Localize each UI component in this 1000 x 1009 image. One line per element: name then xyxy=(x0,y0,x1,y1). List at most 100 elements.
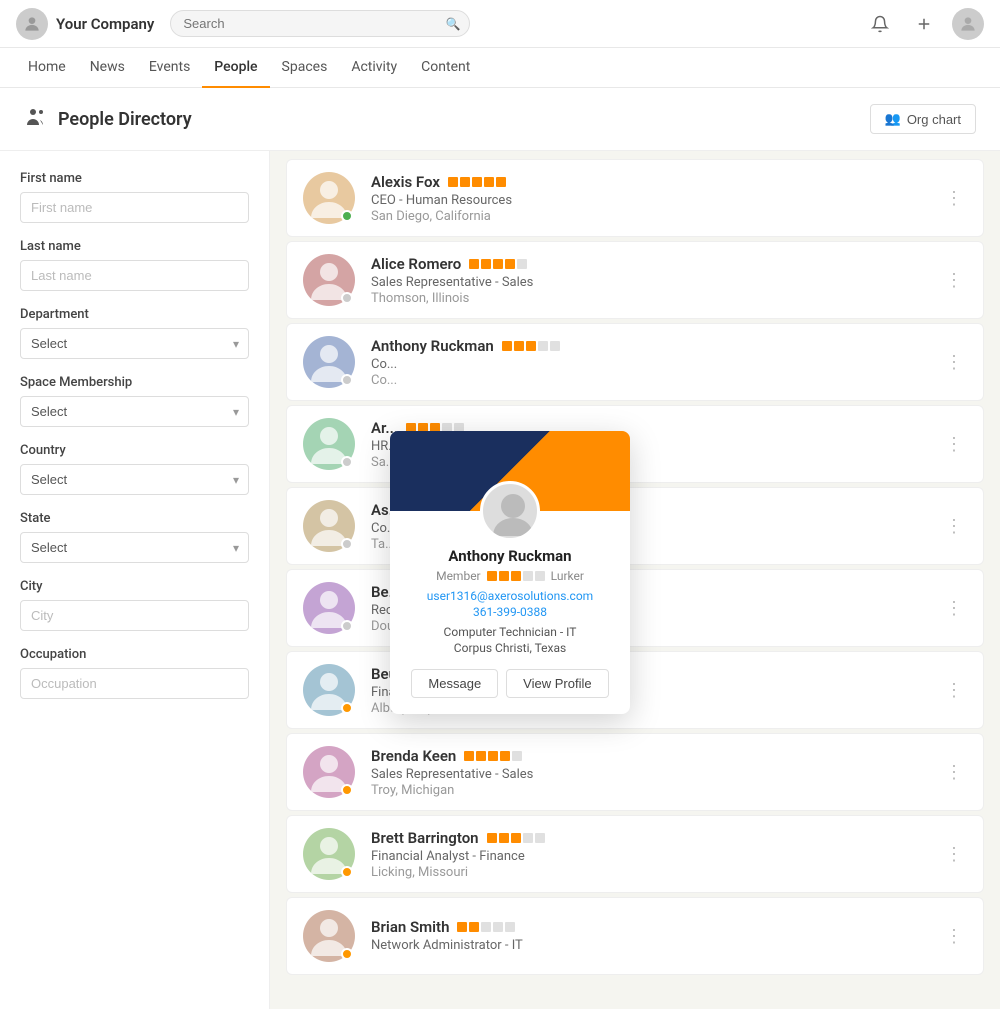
person-role: CEO - Human Resources xyxy=(371,193,941,208)
list-item[interactable]: Anthony Ruckman Co... Co... ⋮ xyxy=(286,323,984,401)
nav-home[interactable]: Home xyxy=(16,48,78,88)
space-membership-select[interactable]: Select xyxy=(20,396,249,427)
list-item[interactable]: Brian Smith Network Administrator - IT ⋮ xyxy=(286,897,984,975)
person-status-indicator xyxy=(341,784,353,796)
view-profile-button[interactable]: View Profile xyxy=(506,669,608,698)
popup-role-row: Member Lurker xyxy=(406,569,614,583)
star-icon xyxy=(505,922,515,932)
state-label: State xyxy=(20,511,249,526)
list-item[interactable]: Alexis Fox CEO - Human Resources San Die… xyxy=(286,159,984,237)
people-list: Alexis Fox CEO - Human Resources San Die… xyxy=(270,151,1000,1009)
company-name: Your Company xyxy=(56,15,154,33)
person-avatar-wrap xyxy=(303,500,355,552)
person-location: Thomson, Illinois xyxy=(371,291,941,306)
nav-spaces[interactable]: Spaces xyxy=(270,48,340,88)
star-icon xyxy=(476,751,486,761)
space-select-wrap: Select xyxy=(20,396,249,427)
star-icon xyxy=(523,571,533,581)
filter-country: Country Select xyxy=(20,443,249,495)
person-status-indicator xyxy=(341,374,353,386)
more-options-icon[interactable]: ⋮ xyxy=(941,922,967,951)
person-avatar-wrap xyxy=(303,172,355,224)
person-avatar-wrap xyxy=(303,254,355,306)
person-stars xyxy=(502,341,560,351)
star-icon xyxy=(448,177,458,187)
star-icon xyxy=(487,833,497,843)
list-item[interactable]: Brenda Keen Sales Representative - Sales… xyxy=(286,733,984,811)
country-select-wrap: Select xyxy=(20,464,249,495)
more-options-icon[interactable]: ⋮ xyxy=(941,758,967,787)
person-name: Alexis Fox xyxy=(371,173,440,191)
person-status-indicator xyxy=(341,210,353,222)
nav-content[interactable]: Content xyxy=(409,48,482,88)
search-input[interactable] xyxy=(170,10,470,37)
filter-last-name: Last name xyxy=(20,239,249,291)
first-name-label: First name xyxy=(20,171,249,186)
filter-sidebar: First name Last name Department Select S… xyxy=(0,151,270,1009)
star-icon xyxy=(511,833,521,843)
more-options-icon[interactable]: ⋮ xyxy=(941,266,967,295)
popup-role-sub: Lurker xyxy=(551,569,584,583)
popup-banner xyxy=(390,431,630,511)
more-options-icon[interactable]: ⋮ xyxy=(941,430,967,459)
person-avatar-wrap xyxy=(303,746,355,798)
person-stars xyxy=(464,751,522,761)
department-select[interactable]: Select xyxy=(20,328,249,359)
person-name: Anthony Ruckman xyxy=(371,337,494,355)
more-options-icon[interactable]: ⋮ xyxy=(941,594,967,623)
person-avatar-wrap xyxy=(303,910,355,962)
list-item[interactable]: Brett Barrington Financial Analyst - Fin… xyxy=(286,815,984,893)
person-name: Alice Romero xyxy=(371,255,461,273)
notifications-icon[interactable] xyxy=(864,8,896,40)
more-options-icon[interactable]: ⋮ xyxy=(941,676,967,705)
last-name-label: Last name xyxy=(20,239,249,254)
star-icon xyxy=(517,259,527,269)
occupation-input[interactable] xyxy=(20,668,249,699)
search-bar[interactable]: 🔍 xyxy=(170,10,470,37)
nav-news[interactable]: News xyxy=(78,48,137,88)
filter-city: City xyxy=(20,579,249,631)
more-options-icon[interactable]: ⋮ xyxy=(941,840,967,869)
add-icon[interactable] xyxy=(908,8,940,40)
person-location: San Diego, California xyxy=(371,209,941,224)
state-select-wrap: Select xyxy=(20,532,249,563)
more-options-icon[interactable]: ⋮ xyxy=(941,184,967,213)
popup-location: Corpus Christi, Texas xyxy=(406,641,614,655)
city-input[interactable] xyxy=(20,600,249,631)
country-select[interactable]: Select xyxy=(20,464,249,495)
page-header: People Directory 👥 Org chart xyxy=(0,88,1000,151)
filter-space-membership: Space Membership Select xyxy=(20,375,249,427)
state-select[interactable]: Select xyxy=(20,532,249,563)
person-info: Brenda Keen Sales Representative - Sales… xyxy=(371,747,941,798)
star-icon xyxy=(464,751,474,761)
popup-email[interactable]: user1316@axerosolutions.com xyxy=(406,589,614,603)
popup-name: Anthony Ruckman xyxy=(406,547,614,565)
user-avatar[interactable] xyxy=(952,8,984,40)
org-chart-button[interactable]: 👥 Org chart xyxy=(870,104,976,134)
nav-events[interactable]: Events xyxy=(137,48,202,88)
person-status-indicator xyxy=(341,620,353,632)
star-icon xyxy=(499,833,509,843)
star-icon xyxy=(472,177,482,187)
company-logo[interactable]: Your Company xyxy=(16,8,154,40)
nav-people[interactable]: People xyxy=(202,48,269,88)
popup-phone[interactable]: 361-399-0388 xyxy=(406,605,614,619)
nav-activity[interactable]: Activity xyxy=(339,48,409,88)
message-button[interactable]: Message xyxy=(411,669,498,698)
last-name-input[interactable] xyxy=(20,260,249,291)
star-icon xyxy=(514,341,524,351)
person-location: Licking, Missouri xyxy=(371,865,941,880)
star-icon xyxy=(493,922,503,932)
more-options-icon[interactable]: ⋮ xyxy=(941,512,967,541)
first-name-input[interactable] xyxy=(20,192,249,223)
person-avatar-wrap xyxy=(303,828,355,880)
more-options-icon[interactable]: ⋮ xyxy=(941,348,967,377)
person-status-indicator xyxy=(341,866,353,878)
person-name-row: Anthony Ruckman xyxy=(371,337,941,355)
person-avatar-wrap xyxy=(303,418,355,470)
popup-role-label: Member xyxy=(436,569,481,583)
list-item[interactable]: Alice Romero Sales Representative - Sale… xyxy=(286,241,984,319)
search-icon: 🔍 xyxy=(445,17,460,31)
person-role: Sales Representative - Sales xyxy=(371,275,941,290)
star-icon xyxy=(538,341,548,351)
